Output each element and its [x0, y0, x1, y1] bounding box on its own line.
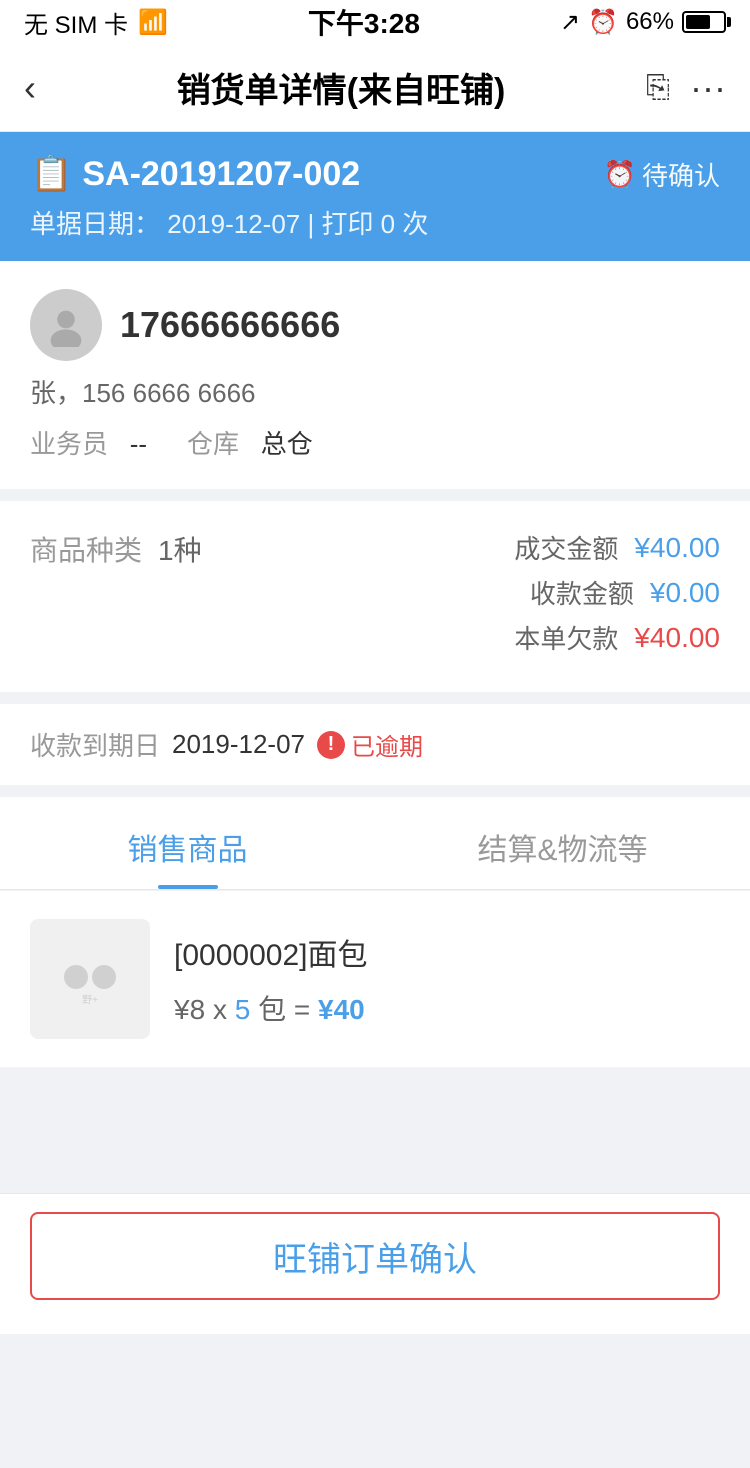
status-clock-icon: ⏰	[604, 159, 636, 190]
customer-top: 17666666666	[30, 289, 720, 361]
unit-price: ¥8	[174, 994, 205, 1025]
sales-label: 业务员 --	[30, 424, 147, 461]
order-date-row: 单据日期： 2019-12-07 | 打印 0 次	[30, 204, 720, 241]
order-header: 📋 SA-20191207-002 ⏰ 待确认 单据日期： 2019-12-07…	[0, 132, 750, 261]
wifi-icon: 📶	[138, 8, 168, 37]
bottom-spacer	[0, 1328, 750, 1468]
product-thumbnail: 野+	[30, 919, 150, 1039]
tab-settlement[interactable]: 结算&物流等	[375, 797, 750, 889]
warehouse-value: 总仓	[261, 429, 313, 459]
summary-left: 商品种类 1种	[30, 529, 202, 577]
order-id: 📋 SA-20191207-002	[30, 154, 360, 194]
product-type-value: 1种	[158, 529, 202, 569]
order-status-text: 待确认	[642, 156, 720, 193]
tab-sales-products[interactable]: 销售商品	[0, 797, 375, 889]
customer-phone: 17666666666	[120, 304, 340, 346]
battery-icon	[682, 11, 726, 33]
status-right: ↗ ⏰ 66%	[560, 8, 726, 37]
product-code: [0000002]	[174, 939, 307, 972]
alarm-icon: ⏰	[588, 8, 618, 37]
customer-name: 张，156 6666 6666	[30, 373, 720, 410]
total-price: ¥40	[318, 994, 365, 1025]
time-label: 下午3:28	[308, 2, 420, 42]
debt-amount: ¥40.00	[634, 622, 720, 654]
product-type-row: 商品种类 1种	[30, 529, 202, 569]
product-list: 野+ [0000002]面包 ¥8 x 5 包 = ¥40	[0, 891, 750, 1068]
print-info: | 打印 0 次	[307, 209, 428, 239]
overdue-text: 已逾期	[351, 727, 423, 762]
debt-amount-row: 本单欠款 ¥40.00	[514, 619, 720, 656]
product-name: [0000002]面包	[174, 930, 720, 974]
battery-label: 66%	[626, 8, 674, 36]
status-left: 无 SIM 卡 📶	[24, 5, 168, 40]
page-title: 销货单详情(来自旺铺)	[177, 63, 506, 112]
overdue-icon: !	[317, 731, 345, 759]
transaction-amount-row: 成交金额 ¥40.00	[514, 529, 720, 566]
nav-bar: ‹ 销货单详情(来自旺铺) ⎘ ···	[0, 44, 750, 132]
date-label: 单据日期：	[30, 209, 160, 239]
bottom-bar: 旺铺订单确认	[0, 1193, 750, 1334]
tab-bar: 销售商品 结算&物流等	[0, 797, 750, 890]
status-bar: 无 SIM 卡 📶 下午3:28 ↗ ⏰ 66%	[0, 0, 750, 44]
table-row: 野+ [0000002]面包 ¥8 x 5 包 = ¥40	[0, 891, 750, 1068]
sales-value: --	[130, 429, 147, 459]
received-amount: ¥0.00	[650, 577, 720, 609]
back-button[interactable]: ‹	[24, 67, 36, 109]
product-name-text: 面包	[307, 939, 367, 972]
location-icon: ↗	[560, 8, 580, 37]
more-button[interactable]: ···	[690, 67, 726, 109]
order-status: ⏰ 待确认	[604, 156, 720, 193]
date-value: 2019-12-07	[167, 209, 300, 239]
customer-card: 17666666666 张，156 6666 6666 业务员 -- 仓库 总仓	[0, 261, 750, 501]
confirm-order-button[interactable]: 旺铺订单确认	[30, 1212, 720, 1300]
nav-left: ‹	[24, 67, 36, 109]
carrier-label: 无 SIM 卡	[24, 5, 128, 40]
tab-sales-products-label: 销售商品	[128, 834, 248, 867]
order-header-top: 📋 SA-20191207-002 ⏰ 待确认	[30, 154, 720, 194]
avatar	[30, 289, 102, 361]
warehouse-info: 仓库 总仓	[187, 424, 313, 461]
customer-meta: 业务员 -- 仓库 总仓	[30, 424, 720, 461]
summary-right: 成交金额 ¥40.00 收款金额 ¥0.00 本单欠款 ¥40.00	[514, 529, 720, 664]
share-button[interactable]: ⎘	[646, 71, 670, 105]
transaction-amount: ¥40.00	[634, 532, 720, 564]
product-price: ¥8 x 5 包 = ¥40	[174, 988, 720, 1028]
order-id-text: SA-20191207-002	[82, 155, 360, 194]
quantity: 5	[235, 994, 251, 1025]
tab-settlement-label: 结算&物流等	[477, 834, 647, 867]
order-icon: 📋	[30, 154, 72, 194]
unit-text: 包	[258, 994, 286, 1025]
due-date-row: 收款到期日 2019-12-07 ! 已逾期	[0, 704, 750, 797]
nav-right: ⎘ ···	[646, 67, 726, 109]
received-amount-row: 收款金额 ¥0.00	[514, 574, 720, 611]
overdue-badge: ! 已逾期	[317, 727, 423, 762]
summary-card: 商品种类 1种 成交金额 ¥40.00 收款金额 ¥0.00 本单欠款 ¥40.…	[0, 501, 750, 704]
svg-text:野+: 野+	[82, 994, 98, 1006]
product-info: [0000002]面包 ¥8 x 5 包 = ¥40	[174, 930, 720, 1028]
due-date-value: 2019-12-07	[172, 729, 305, 760]
